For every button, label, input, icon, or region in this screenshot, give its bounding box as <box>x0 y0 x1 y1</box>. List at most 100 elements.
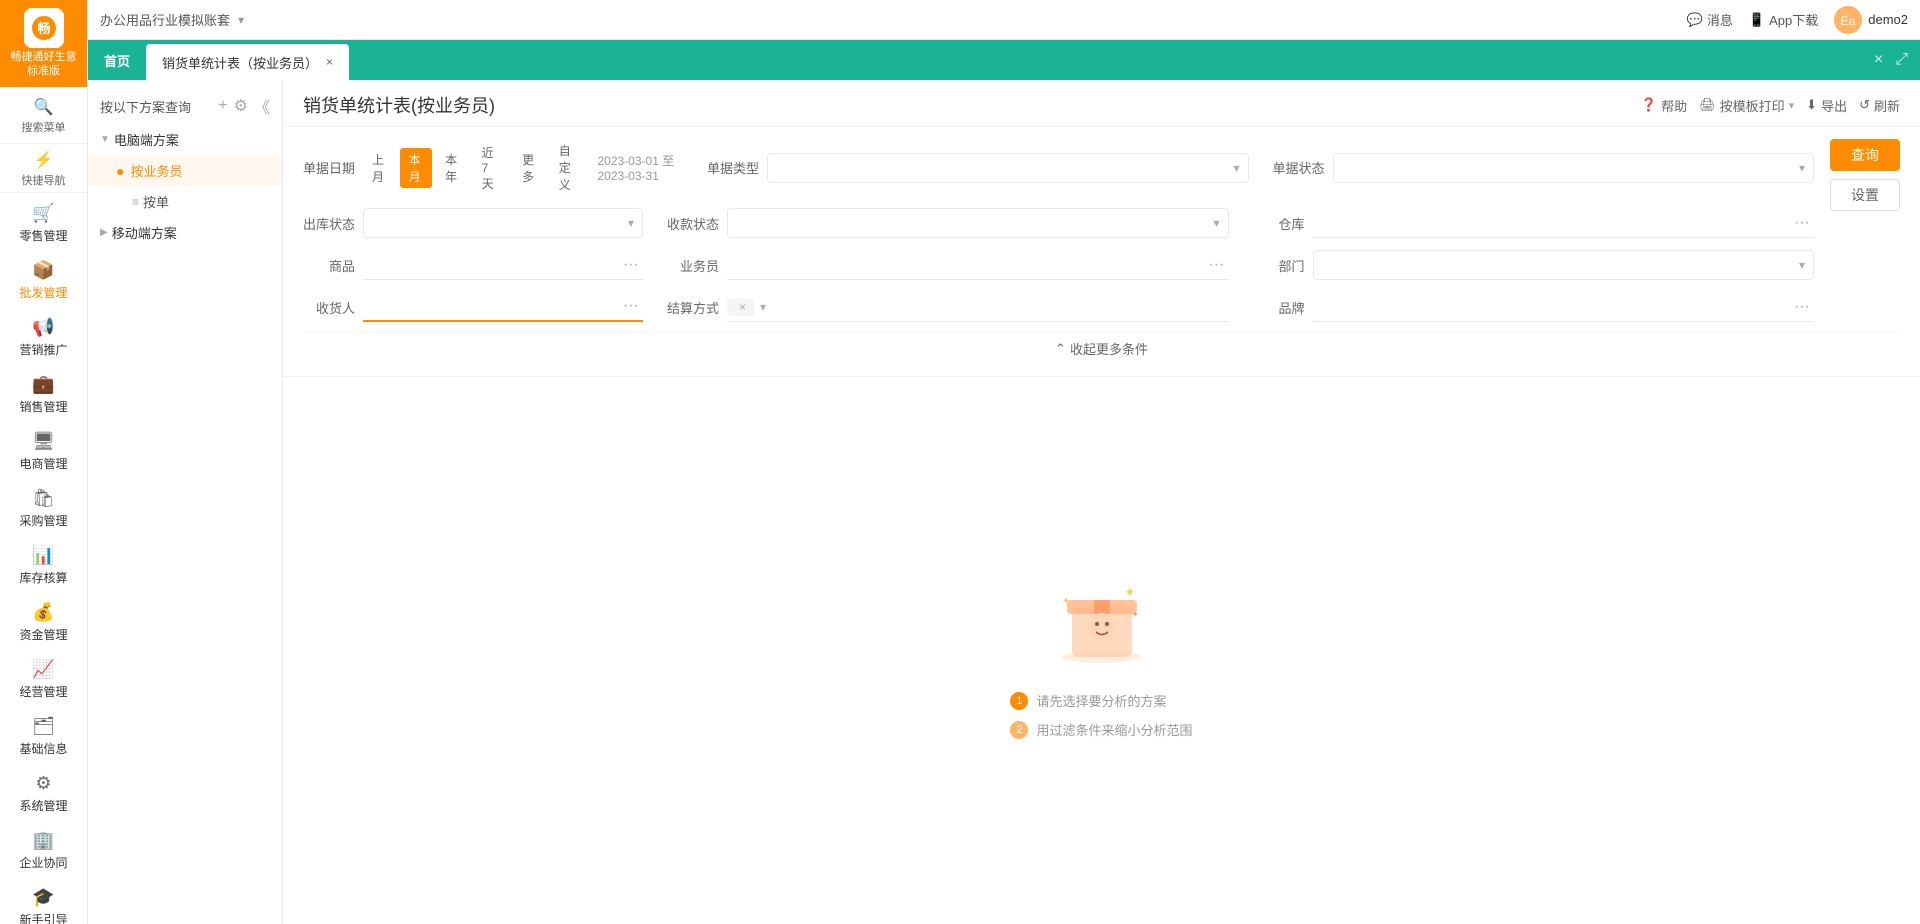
user-menu[interactable]: Ea demo2 <box>1834 6 1908 34</box>
filter-row-4: 收货人 ··· 结算方式 <box>303 292 1814 322</box>
product-dots-icon[interactable]: ··· <box>619 256 643 274</box>
warehouse-input[interactable]: ··· <box>1313 208 1815 238</box>
warehouse-dots-icon[interactable]: ··· <box>1790 214 1814 232</box>
settings-button[interactable]: 设置 <box>1830 179 1900 211</box>
outbound-select[interactable]: ▾ <box>363 208 643 238</box>
date-btn-last-month[interactable]: 上月 <box>363 148 396 188</box>
topbar-dropdown-arrow[interactable]: ▾ <box>238 13 244 27</box>
doc-type-arrow-icon: ▾ <box>1233 161 1239 175</box>
marketing-icon: 📢 <box>32 317 54 338</box>
settlement-tag: × <box>727 298 754 316</box>
app-download-button[interactable]: 📱 App下载 <box>1749 10 1818 29</box>
salesperson-label: 业务员 <box>667 256 719 275</box>
query-button[interactable]: 查询 <box>1830 139 1900 171</box>
sidebar-item-finance[interactable]: 💰 资金管理 <box>0 592 87 649</box>
print-dropdown-icon[interactable]: ▾ <box>1789 99 1795 112</box>
sidebar-item-operations[interactable]: 📈 经营管理 <box>0 649 87 706</box>
receiver-label: 收货人 <box>303 298 355 317</box>
inventory-icon: 📊 <box>32 545 54 566</box>
sidebar-item-ecommerce[interactable]: 🖥 电商管理 <box>0 421 87 478</box>
tree-subitem-by-order[interactable]: ≡ 按单 <box>88 186 282 217</box>
sidebar-menu: 🛒 零售管理 📦 批发管理 📢 营销推广 💼 销售管理 🖥 电商管理 🛍 采购管… <box>0 193 87 924</box>
message-button[interactable]: 💬 消息 <box>1687 10 1733 29</box>
sidebar-quicknav-label: 快捷导航 <box>22 172 66 188</box>
date-btn-this-year[interactable]: 本年 <box>436 148 469 188</box>
tab-sales-stat[interactable]: 销货单统计表（按业务员） × <box>146 44 349 80</box>
salesperson-input[interactable]: ··· <box>727 250 1229 280</box>
sidebar-item-marketing[interactable]: 📢 营销推广 <box>0 307 87 364</box>
payment-status-select[interactable]: ▾ <box>727 208 1228 238</box>
export-button[interactable]: ⬇ 导出 <box>1806 96 1847 115</box>
salesperson-dots-icon[interactable]: ··· <box>1205 256 1229 274</box>
date-btn-this-month[interactable]: 本月 <box>400 148 433 188</box>
sidebar-item-newbie[interactable]: 🎓 新手引导 <box>0 877 87 924</box>
product-input[interactable]: ··· <box>363 250 643 280</box>
panel-header-title: 按以下方案查询 <box>100 97 191 116</box>
dept-label: 部门 <box>1253 256 1305 275</box>
doc-type-select[interactable]: ▾ <box>767 153 1248 183</box>
sidebar-item-sales[interactable]: 💼 销售管理 <box>0 364 87 421</box>
panel-settings-button[interactable]: ⚙ <box>234 94 248 118</box>
settlement-input[interactable]: × ▾ <box>727 292 1228 322</box>
date-btn-more[interactable]: 更多 <box>513 148 546 188</box>
tree-mobile-arrow-icon: ▶ <box>100 227 108 238</box>
sidebar-item-inventory[interactable]: 📊 库存核算 <box>0 535 87 592</box>
sidebar-item-system-label: 系统管理 <box>19 797 67 814</box>
tree-group-desktop-header[interactable]: ▼ 电脑端方案 <box>88 124 282 155</box>
sidebar-item-purchase[interactable]: 🛍 采购管理 <box>0 478 87 535</box>
sidebar-item-marketing-label: 营销推广 <box>19 341 67 358</box>
tabbar-controls: × ⤢ <box>1870 47 1920 73</box>
help-button[interactable]: ❓ 帮助 <box>1641 96 1687 115</box>
receiver-dots-icon[interactable]: ··· <box>619 297 643 315</box>
avatar: Ea <box>1834 6 1862 34</box>
dept-select[interactable]: ▾ <box>1313 250 1815 280</box>
tab-close-icon[interactable]: × <box>326 55 333 69</box>
date-btn-custom[interactable]: 自定义 <box>550 139 590 196</box>
sidebar: 畅 畅捷通好生意 标准版 🔍 搜索菜单 ⚡ 快捷导航 🛒 零售管理 📦 批发管理… <box>0 0 88 924</box>
sidebar-search-label: 搜索菜单 <box>22 119 66 135</box>
filter-content: 单据日期 上月 本月 本年 近7天 更多 自定义 2023-03-01 至 20… <box>303 139 1814 322</box>
sidebar-item-wholesale[interactable]: 📦 批发管理 <box>0 250 87 307</box>
operations-icon: 📈 <box>32 659 54 680</box>
brand-dots-icon[interactable]: ··· <box>1790 298 1814 316</box>
panel-collapse-button[interactable]: 《 <box>254 94 270 118</box>
refresh-button[interactable]: ↺ 刷新 <box>1859 96 1900 115</box>
panel-add-button[interactable]: + <box>218 94 227 118</box>
help-label: 帮助 <box>1661 96 1687 115</box>
collapse-bar: ⌃ 收起更多条件 <box>303 332 1900 364</box>
filter-item-dept: 部门 ▾ <box>1253 250 1815 280</box>
sidebar-search-item[interactable]: 🔍 搜索菜单 <box>0 87 87 144</box>
content-area: 按以下方案查询 + ⚙ 《 ▼ 电脑端方案 ● 按业务员 <box>88 80 1920 924</box>
tree-item-by-salesperson[interactable]: ● 按业务员 <box>88 155 282 186</box>
sidebar-item-system[interactable]: ⚙ 系统管理 <box>0 763 87 820</box>
doc-status-select[interactable]: ▾ <box>1333 153 1814 183</box>
filter-item-warehouse: 仓库 ··· <box>1253 208 1815 238</box>
sidebar-quicknav-item[interactable]: ⚡ 快捷导航 <box>0 144 87 193</box>
date-btn-7days[interactable]: 近7天 <box>473 141 510 195</box>
collapse-button[interactable]: ⌃ 收起更多条件 <box>1055 339 1148 358</box>
brand-input[interactable]: ··· <box>1313 292 1815 322</box>
tab-close-window-button[interactable]: × <box>1870 47 1887 73</box>
filter-item-payment-status: 收款状态 ▾ <box>667 208 1229 238</box>
action-buttons: 查询 设置 <box>1830 139 1900 211</box>
sidebar-item-enterprise[interactable]: 🏢 企业协同 <box>0 820 87 877</box>
salesperson-item-icon: ● <box>116 163 124 179</box>
settlement-arrow-icon: ▾ <box>760 300 766 314</box>
date-range-display: 2023-03-01 至 2023-03-31 <box>597 152 683 183</box>
sidebar-item-basic[interactable]: 🗂 基础信息 <box>0 706 87 763</box>
print-button[interactable]: 🖨 按模板打印 ▾ <box>1699 96 1794 115</box>
sidebar-logo[interactable]: 畅 畅捷通好生意 标准版 <box>0 0 87 87</box>
tab-home[interactable]: 首页 <box>88 40 146 80</box>
settlement-tag-remove[interactable]: × <box>739 300 746 314</box>
refresh-label: 刷新 <box>1874 96 1900 115</box>
sidebar-item-retail[interactable]: 🛒 零售管理 <box>0 193 87 250</box>
svg-text:✦: ✦ <box>1062 596 1070 607</box>
svg-text:Ea: Ea <box>1841 14 1856 28</box>
refresh-icon: ↺ <box>1859 97 1870 113</box>
tree-group-mobile-header[interactable]: ▶ 移动端方案 <box>88 217 282 248</box>
receiver-input[interactable]: ··· <box>363 292 643 322</box>
tree-mobile-label: 移动端方案 <box>112 223 177 242</box>
tab-expand-button[interactable]: ⤢ <box>1891 47 1912 73</box>
filter-row-1: 单据日期 上月 本月 本年 近7天 更多 自定义 2023-03-01 至 20… <box>303 139 1814 196</box>
left-panel: 按以下方案查询 + ⚙ 《 ▼ 电脑端方案 ● 按业务员 <box>88 80 283 924</box>
